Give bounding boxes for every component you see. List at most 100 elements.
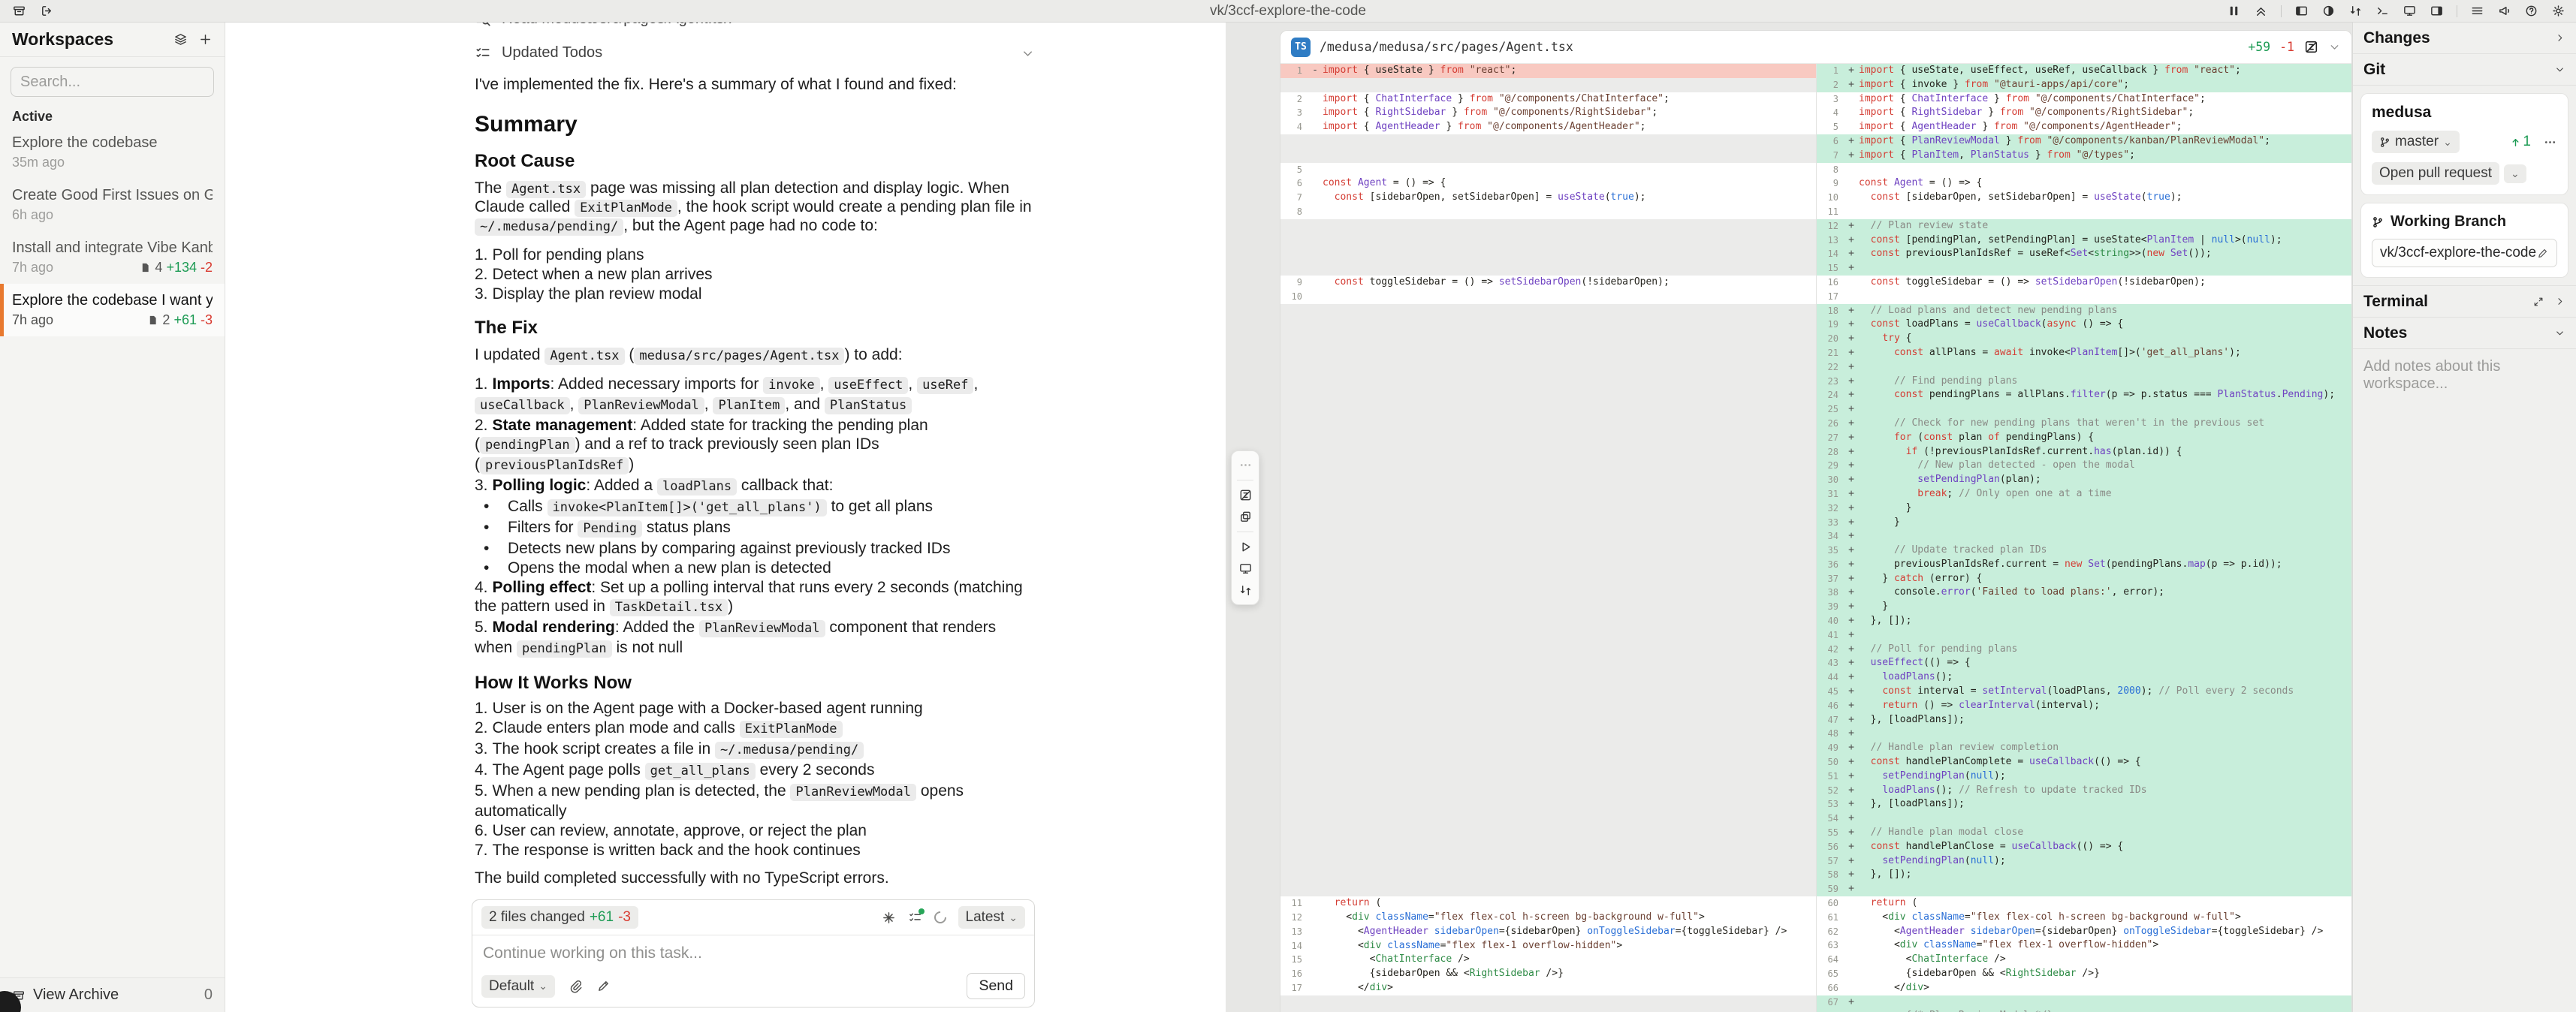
model-dropdown[interactable]: Default ⌄ bbox=[481, 975, 555, 998]
diff-line: 3import { RightSidebar } from "@/compone… bbox=[1280, 106, 1816, 120]
diff-line: 2import { ChatInterface } from "@/compon… bbox=[1280, 92, 1816, 107]
attachment-icon[interactable] bbox=[569, 979, 583, 993]
typescript-file-icon: TS bbox=[1291, 38, 1311, 57]
message-input[interactable] bbox=[483, 944, 1024, 962]
files-changed-badge[interactable]: 2 files changed +61 -3 bbox=[481, 906, 638, 929]
diff-line: 4import { RightSidebar } from "@/compone… bbox=[1817, 106, 2351, 120]
diff-line: 17 </div> bbox=[1280, 981, 1816, 995]
inline-code: Agent.tsx bbox=[544, 348, 624, 365]
collapse-up-icon[interactable] bbox=[2254, 4, 2268, 18]
panel-right-icon[interactable] bbox=[2430, 4, 2444, 18]
git-compare-icon[interactable] bbox=[1238, 583, 1253, 598]
open-pull-request-button[interactable]: Open pull request bbox=[2372, 162, 2499, 185]
workspace-item[interactable]: Explore the codebase I want you to expl7… bbox=[0, 284, 225, 336]
diff-mode-icon[interactable] bbox=[2303, 39, 2319, 55]
diff-file-path: /medusa/medusa/src/pages/Agent.tsx bbox=[1320, 40, 1573, 54]
diff-line: 40+ }, []); bbox=[1817, 614, 2351, 628]
view-archive-button[interactable]: View Archive 0 bbox=[0, 977, 225, 1012]
list-item: 5.Modal rendering: Added the PlanReviewM… bbox=[475, 618, 1035, 658]
gear-icon[interactable] bbox=[2551, 4, 2565, 18]
theme-contrast-icon[interactable] bbox=[2321, 4, 2336, 18]
layers-icon[interactable] bbox=[173, 32, 188, 47]
git-label: Git bbox=[2363, 61, 2385, 79]
deletions: -2 bbox=[201, 260, 213, 276]
chat-paragraph: The Agent.tsx page was missing all plan … bbox=[475, 179, 1035, 236]
model-label: Default bbox=[489, 978, 534, 995]
inline-code: Pending bbox=[578, 520, 642, 538]
monitor-icon[interactable] bbox=[2403, 4, 2417, 18]
inline-code: useRef bbox=[917, 377, 973, 394]
chevron-down-icon[interactable] bbox=[1021, 46, 1035, 60]
diff-line: 62 <AgentHeader sidebarOpen={sidebarOpen… bbox=[1817, 925, 2351, 939]
list-item: 4.The Agent page polls get_all_plans eve… bbox=[475, 761, 1035, 781]
diff-line: 9const Agent = () => { bbox=[1817, 176, 2351, 191]
workspace-item[interactable]: Create Good First Issues on Github So pe… bbox=[0, 179, 225, 231]
chat-transcript[interactable]: npm run build 2>&1 | tail -80The build c… bbox=[225, 23, 1226, 893]
inline-code: medusa/src/pages/Agent.tsx bbox=[634, 348, 844, 365]
diff-line: 20+ try { bbox=[1817, 332, 2351, 346]
terminal-section-header[interactable]: Terminal bbox=[2353, 286, 2576, 318]
workspace-title: Explore the codebase I want you to expl bbox=[12, 292, 213, 309]
drag-handle-icon[interactable] bbox=[1238, 458, 1253, 472]
help-icon[interactable] bbox=[2524, 4, 2538, 18]
workspace-search[interactable] bbox=[11, 67, 214, 97]
diff-gap bbox=[1280, 304, 1816, 897]
diff-line: 46+ return () => clearInterval(interval)… bbox=[1817, 699, 2351, 713]
notes-section-header[interactable]: Notes bbox=[2353, 318, 2576, 349]
diff-line: 47+ }, [loadPlans]); bbox=[1817, 713, 2351, 727]
diff-line: 2+import { invoke } from "@tauri-apps/ap… bbox=[1817, 78, 2351, 92]
panel-left-icon[interactable] bbox=[2294, 4, 2309, 18]
sparkle-icon[interactable] bbox=[882, 911, 896, 925]
diff-body[interactable]: 1-import { useState } from "react";2impo… bbox=[1280, 64, 2351, 1012]
pen-icon[interactable] bbox=[596, 979, 611, 993]
add-workspace-icon[interactable] bbox=[198, 32, 213, 47]
diff-ignore-icon[interactable] bbox=[1238, 488, 1253, 502]
working-branch-field[interactable]: vk/3ccf-explore-the-code bbox=[2372, 239, 2557, 267]
diff-line: 7+import { PlanItem, PlanStatus } from "… bbox=[1817, 149, 2351, 163]
diff-line: 59+ bbox=[1817, 882, 2351, 896]
search-input[interactable] bbox=[11, 67, 214, 97]
tool-call-row[interactable]: Updated Todos bbox=[475, 44, 1035, 62]
expand-icon[interactable] bbox=[2532, 296, 2544, 308]
copy-icon[interactable] bbox=[1238, 510, 1253, 524]
run-icon[interactable] bbox=[1238, 540, 1253, 554]
view-archive-label: View Archive bbox=[33, 986, 119, 1004]
pr-options-button[interactable]: ⌄ bbox=[2504, 164, 2526, 183]
sign-out-icon[interactable] bbox=[40, 4, 54, 18]
monitor-icon[interactable] bbox=[1238, 562, 1253, 576]
diff-file-header[interactable]: TS /medusa/medusa/src/pages/Agent.tsx +5… bbox=[1280, 31, 2351, 64]
branch-dropdown[interactable]: master ⌄ bbox=[2372, 131, 2460, 153]
send-button[interactable]: Send bbox=[967, 973, 1025, 999]
git-section-header[interactable]: Git bbox=[2353, 54, 2576, 86]
diff-gap bbox=[1280, 78, 1816, 92]
list-item: 3.The hook script creates a file in ~/.m… bbox=[475, 739, 1035, 760]
diff-line: 4import { AgentHeader } from "@/componen… bbox=[1280, 120, 1816, 134]
git-compare-icon[interactable] bbox=[2348, 4, 2363, 18]
chevron-down-icon: ⌄ bbox=[538, 980, 547, 992]
workspace-item[interactable]: Explore the codebase35m ago bbox=[0, 126, 225, 179]
tool-call-row[interactable]: Read medusa/src/pages/Agent.tsx bbox=[475, 23, 1035, 28]
collapse-file-icon[interactable] bbox=[2328, 41, 2341, 53]
chat-heading: Root Cause bbox=[475, 151, 1035, 172]
divider bbox=[2281, 5, 2282, 17]
version-dropdown[interactable]: Latest⌄ bbox=[958, 906, 1026, 929]
changes-section-header[interactable]: Changes bbox=[2353, 23, 2576, 54]
diff-line: 25+ bbox=[1817, 402, 2351, 417]
list-item: 6.User can review, annotate, approve, or… bbox=[475, 821, 1035, 840]
pause-icon[interactable] bbox=[2227, 4, 2241, 18]
file-icon bbox=[140, 262, 151, 273]
megaphone-icon[interactable] bbox=[2497, 4, 2511, 18]
notes-placeholder[interactable]: Add notes about this workspace... bbox=[2353, 349, 2576, 402]
menu-icon[interactable] bbox=[2470, 4, 2484, 18]
diff-line: 67+ bbox=[1817, 995, 2351, 1010]
diff-line: 23+ // Find pending plans bbox=[1817, 375, 2351, 389]
terminal-icon[interactable] bbox=[2375, 4, 2390, 18]
workspace-time: 35m ago bbox=[12, 155, 65, 170]
more-options-icon[interactable] bbox=[2543, 135, 2557, 149]
todos-status-icon[interactable] bbox=[908, 911, 922, 925]
edit-pencil-icon[interactable] bbox=[2537, 247, 2549, 259]
diff-line: 35+ // Update tracked plan IDs bbox=[1817, 544, 2351, 558]
archive-box-icon[interactable] bbox=[12, 4, 26, 18]
workspace-item[interactable]: Install and integrate Vibe Kanban Web C7… bbox=[0, 231, 225, 284]
diff-line: 65 {sidebarOpen && <RightSidebar />} bbox=[1817, 967, 2351, 981]
